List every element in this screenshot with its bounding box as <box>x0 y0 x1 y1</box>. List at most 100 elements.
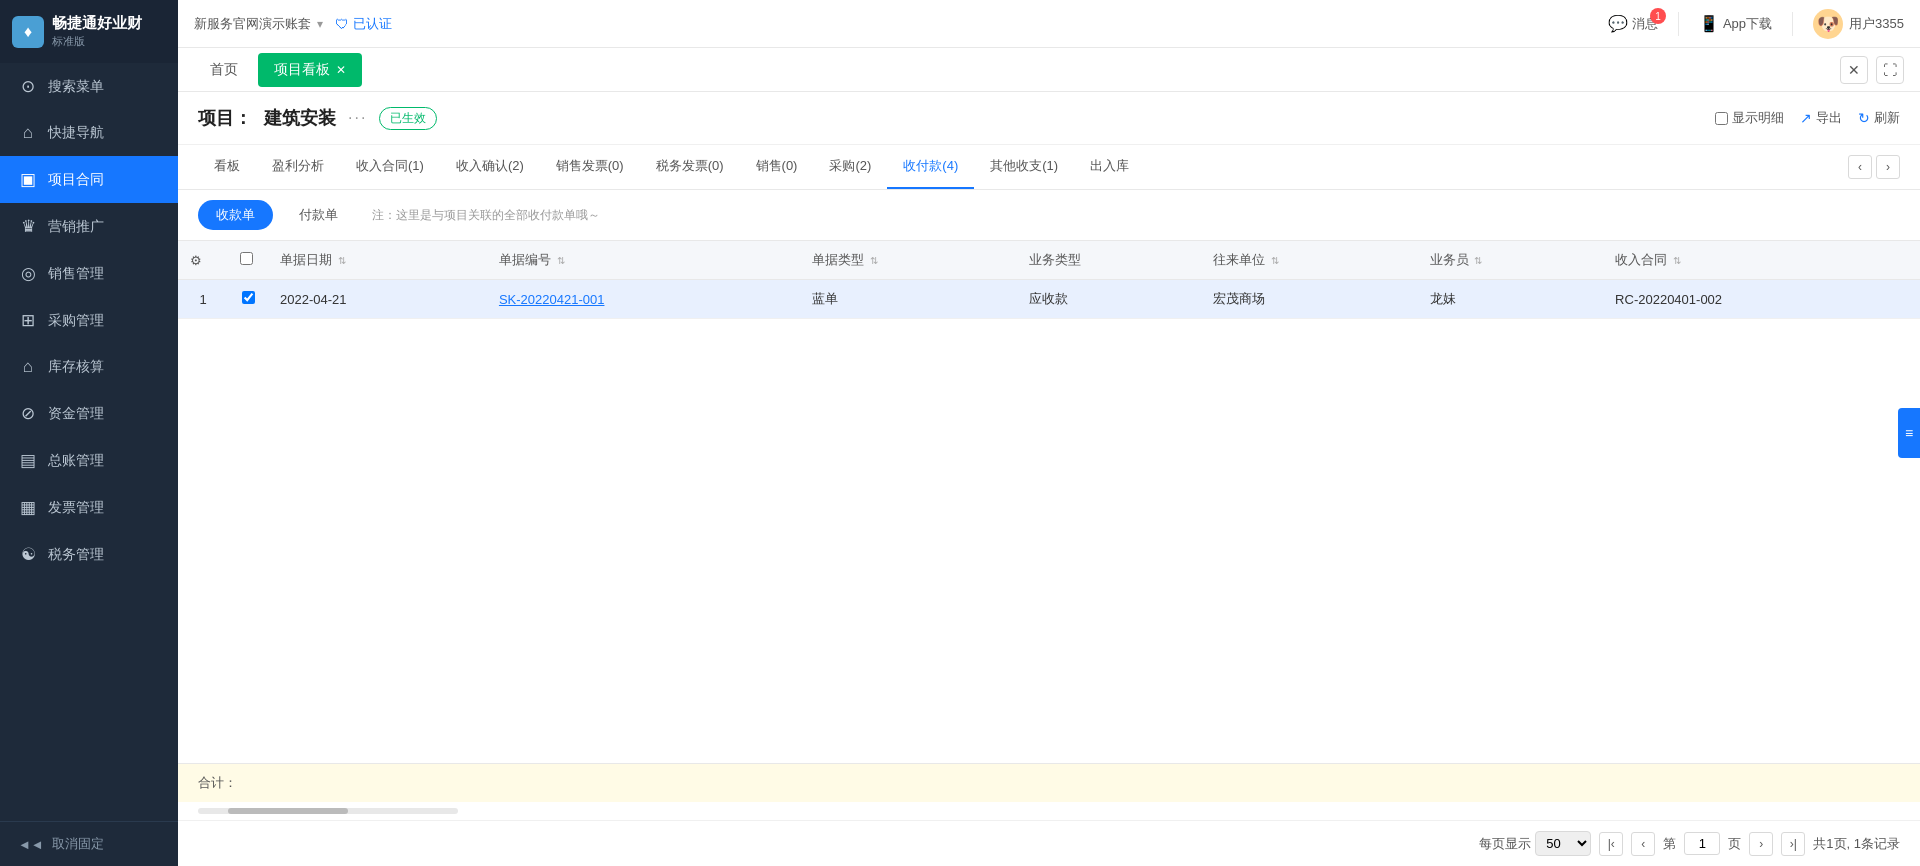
export-button[interactable]: ↗ 导出 <box>1800 109 1842 127</box>
tab-bar: 首页 项目看板 ✕ ✕ ⛶ <box>178 48 1920 92</box>
sidebar: ♦ 畅捷通好业财 标准版 ⊙ 搜索菜单 ⌂ 快捷导航 ▣ 项目合同 ♛ 营销推广… <box>0 0 178 866</box>
right-panel-toggle[interactable]: ≡ <box>1898 408 1920 458</box>
sub-tab-receipt[interactable]: 收款单 <box>198 200 273 230</box>
tab-close-icon[interactable]: ✕ <box>336 63 346 77</box>
tab-in-out[interactable]: 出入库 <box>1074 145 1145 189</box>
page-last-button[interactable]: ›| <box>1781 832 1805 856</box>
sub-tab-note: 注：这里是与项目关联的全部收付款单哦～ <box>372 207 600 224</box>
message-badge: 1 <box>1650 8 1666 24</box>
page-size-dropdown[interactable]: 50 100 200 <box>1535 831 1591 856</box>
table-header-row: ⚙ 单据日期 ⇅ 单据编号 ⇅ <box>178 241 1920 280</box>
page-suffix: 页 <box>1728 835 1741 853</box>
sidebar-item-invoice[interactable]: ▦ 发票管理 <box>0 484 178 531</box>
sidebar-item-marketing[interactable]: ♛ 营销推广 <box>0 203 178 250</box>
th-date[interactable]: 单据日期 ⇅ <box>268 241 487 280</box>
tab-next-arrow[interactable]: › <box>1876 155 1900 179</box>
marketing-icon: ♛ <box>18 216 38 237</box>
panel-toggle-icon: ≡ <box>1905 425 1913 441</box>
app-version: 标准版 <box>52 34 142 49</box>
tab-home[interactable]: 首页 <box>194 53 254 87</box>
scroll-track <box>198 808 458 814</box>
tab-sales[interactable]: 销售(0) <box>740 145 814 189</box>
tab-project-kanban[interactable]: 项目看板 ✕ <box>258 53 362 87</box>
page-number-input[interactable] <box>1684 832 1720 855</box>
cell-income-contract: RC-20220401-002 <box>1603 280 1920 319</box>
page-next-button[interactable]: › <box>1749 832 1773 856</box>
tax-icon: ☯ <box>18 544 38 565</box>
project-label: 项目： <box>198 106 252 130</box>
sidebar-item-search[interactable]: ⊙ 搜索菜单 <box>0 63 178 110</box>
select-all-checkbox[interactable] <box>240 252 253 265</box>
tab-kanban[interactable]: 看板 <box>198 145 256 189</box>
sidebar-item-ledger[interactable]: ▤ 总账管理 <box>0 437 178 484</box>
message-button[interactable]: 💬 消息 1 <box>1608 14 1658 33</box>
page-first-button[interactable]: |‹ <box>1599 832 1623 856</box>
tab-tax-invoice[interactable]: 税务发票(0) <box>640 145 740 189</box>
shield-icon: 🛡 <box>335 16 349 32</box>
table-wrapper: ⚙ 单据日期 ⇅ 单据编号 ⇅ <box>178 240 1920 763</box>
tab-receipt[interactable]: 收付款(4) <box>887 145 974 189</box>
window-close-button[interactable]: ✕ <box>1840 56 1868 84</box>
th-income-contract[interactable]: 收入合同 ⇅ <box>1603 241 1920 280</box>
tab-income-confirm[interactable]: 收入确认(2) <box>440 145 540 189</box>
sidebar-item-project-contract[interactable]: ▣ 项目合同 <box>0 156 178 203</box>
search-icon: ⊙ <box>18 76 38 97</box>
sidebar-item-label: 采购管理 <box>48 312 104 330</box>
tab-sales-invoice[interactable]: 销售发票(0) <box>540 145 640 189</box>
unpin-label: 取消固定 <box>52 835 104 853</box>
purchase-icon: ⊞ <box>18 310 38 331</box>
show-detail-checkbox[interactable]: 显示明细 <box>1715 109 1784 127</box>
sidebar-item-inventory[interactable]: ⌂ 库存核算 <box>0 344 178 390</box>
th-type[interactable]: 单据类型 ⇅ <box>800 241 1017 280</box>
sort-icon: ⇅ <box>870 255 878 266</box>
app-download-label: App下载 <box>1723 15 1772 33</box>
tab-active-label: 项目看板 <box>274 61 330 79</box>
sub-tab-payment[interactable]: 付款单 <box>281 200 356 230</box>
topbar: 新服务官网演示账套 ▾ 🛡 已认证 💬 消息 1 📱 App下载 🐶 用户335… <box>178 0 1920 48</box>
sidebar-item-quick-nav[interactable]: ⌂ 快捷导航 <box>0 110 178 156</box>
sidebar-item-sales[interactable]: ◎ 销售管理 <box>0 250 178 297</box>
sidebar-item-finance[interactable]: ⊘ 资金管理 <box>0 390 178 437</box>
home-icon: ⌂ <box>18 123 38 143</box>
project-more-icon[interactable]: ··· <box>348 109 367 127</box>
cell-num: 1 <box>178 280 228 319</box>
tab-income-contract[interactable]: 收入合同(1) <box>340 145 440 189</box>
app-title: 畅捷通好业财 <box>52 14 142 33</box>
app-download-button[interactable]: 📱 App下载 <box>1699 14 1772 33</box>
sidebar-unpin[interactable]: ◄◄ 取消固定 <box>0 821 178 866</box>
account-selector[interactable]: 新服务官网演示账套 ▾ <box>194 15 323 33</box>
sidebar-header: ♦ 畅捷通好业财 标准版 <box>0 0 178 63</box>
user-name: 用户3355 <box>1849 15 1904 33</box>
scroll-thumb[interactable] <box>228 808 348 814</box>
scroll-area <box>178 802 1920 820</box>
page-prev-button[interactable]: ‹ <box>1631 832 1655 856</box>
th-code[interactable]: 单据编号 ⇅ <box>487 241 800 280</box>
sort-icon: ⇅ <box>1474 255 1482 266</box>
tab-purchase[interactable]: 采购(2) <box>813 145 887 189</box>
th-salesman[interactable]: 业务员 ⇅ <box>1418 241 1603 280</box>
summary-label: 合计： <box>198 774 237 792</box>
refresh-icon: ↻ <box>1858 110 1870 126</box>
message-icon: 💬 <box>1608 14 1628 33</box>
th-partner[interactable]: 往来单位 ⇅ <box>1201 241 1418 280</box>
total-label: 共1页, 1条记录 <box>1813 835 1900 853</box>
cell-salesman: 龙妹 <box>1418 280 1603 319</box>
refresh-button[interactable]: ↻ 刷新 <box>1858 109 1900 127</box>
tab-other-income[interactable]: 其他收支(1) <box>974 145 1074 189</box>
page-content: 项目： 建筑安装 ··· 已生效 显示明细 ↗ 导出 ↻ 刷新 <box>178 92 1920 866</box>
unpin-icon: ◄◄ <box>18 837 44 852</box>
row-checkbox[interactable] <box>242 291 255 304</box>
project-status-badge: 已生效 <box>379 107 437 130</box>
sidebar-item-tax[interactable]: ☯ 税务管理 <box>0 531 178 578</box>
topbar-right: 💬 消息 1 📱 App下载 🐶 用户3355 <box>1608 9 1904 39</box>
user-menu[interactable]: 🐶 用户3355 <box>1813 9 1904 39</box>
window-maximize-button[interactable]: ⛶ <box>1876 56 1904 84</box>
sidebar-item-purchase[interactable]: ⊞ 采购管理 <box>0 297 178 344</box>
tab-profit[interactable]: 盈利分析 <box>256 145 340 189</box>
cell-biz-type: 应收款 <box>1017 280 1201 319</box>
receipt-code-link[interactable]: SK-20220421-001 <box>499 292 605 307</box>
gear-icon[interactable]: ⚙ <box>190 253 202 268</box>
table-row: 1 2022-04-21 SK-20220421-001 蓝单 应收款 宏茂商场… <box>178 280 1920 319</box>
tab-prev-arrow[interactable]: ‹ <box>1848 155 1872 179</box>
show-detail-input[interactable] <box>1715 112 1728 125</box>
